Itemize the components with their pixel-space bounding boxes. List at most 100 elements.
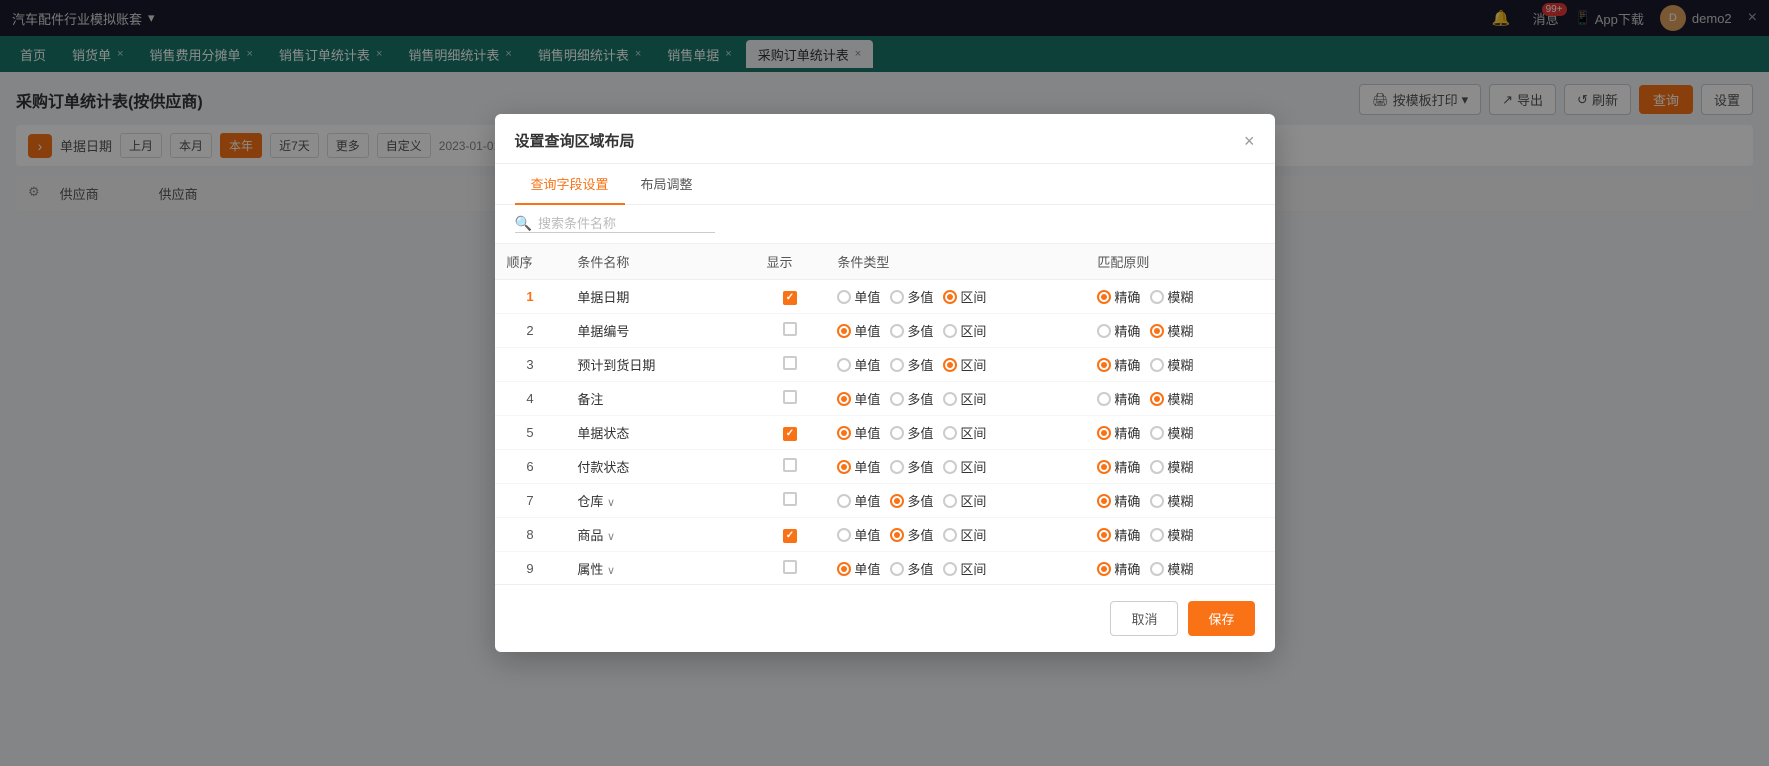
radio-circle (837, 528, 851, 542)
radio-match-fuzzy[interactable]: 模糊 (1150, 355, 1193, 374)
radio-circle (837, 494, 851, 508)
radio-type-single[interactable]: 单值 (837, 321, 880, 340)
row-order: 1 (495, 280, 566, 314)
row-display-checkbox[interactable] (754, 518, 825, 552)
radio-type-range[interactable]: 区间 (943, 423, 986, 442)
radio-match-exact[interactable]: 精确 (1097, 525, 1140, 544)
radio-type-multi[interactable]: 多值 (890, 287, 933, 306)
radio-match-fuzzy[interactable]: 模糊 (1150, 423, 1193, 442)
radio-type-single[interactable]: 单值 (837, 559, 880, 578)
settings-table-header-row: 顺序 条件名称 显示 条件类型 匹配原则 (495, 244, 1275, 280)
radio-type-single[interactable]: 单值 (837, 457, 880, 476)
row-display-checkbox[interactable] (754, 280, 825, 314)
row-display-checkbox[interactable] (754, 382, 825, 416)
radio-type-single[interactable]: 单值 (837, 287, 880, 306)
th-order: 顺序 (495, 244, 566, 280)
row-condition-type: 单值多值区间 (825, 450, 1085, 484)
checkbox-box[interactable] (783, 427, 797, 441)
radio-circle (837, 426, 851, 440)
dialog-close-button[interactable]: × (1244, 132, 1255, 150)
save-button[interactable]: 保存 (1188, 601, 1254, 636)
checkbox-box[interactable] (783, 458, 797, 472)
row-condition-type: 单值多值区间 (825, 416, 1085, 450)
checkbox-box[interactable] (783, 291, 797, 305)
row-match-rule: 精确模糊 (1085, 552, 1274, 585)
radio-circle (1097, 324, 1111, 338)
radio-type-multi[interactable]: 多值 (890, 423, 933, 442)
row-match-rule: 精确模糊 (1085, 416, 1274, 450)
radio-match-fuzzy[interactable]: 模糊 (1150, 321, 1193, 340)
radio-type-multi[interactable]: 多值 (890, 389, 933, 408)
radio-type-single[interactable]: 单值 (837, 355, 880, 374)
checkbox-box[interactable] (783, 492, 797, 506)
checkbox-box[interactable] (783, 560, 797, 574)
radio-type-range[interactable]: 区间 (943, 355, 986, 374)
row-match-rule: 精确模糊 (1085, 450, 1274, 484)
radio-match-exact[interactable]: 精确 (1097, 389, 1140, 408)
dialog-search-row: 🔍 (495, 205, 1275, 244)
radio-type-multi[interactable]: 多值 (890, 559, 933, 578)
radio-type-range[interactable]: 区间 (943, 287, 986, 306)
radio-type-single[interactable]: 单值 (837, 389, 880, 408)
row-display-checkbox[interactable] (754, 314, 825, 348)
radio-match-fuzzy[interactable]: 模糊 (1150, 491, 1193, 510)
radio-circle (1097, 562, 1111, 576)
th-match-rule: 匹配原则 (1085, 244, 1274, 280)
radio-match-exact[interactable]: 精确 (1097, 287, 1140, 306)
radio-circle (1097, 290, 1111, 304)
row-match-rule: 精确模糊 (1085, 382, 1274, 416)
row-display-checkbox[interactable] (754, 484, 825, 518)
radio-circle (890, 494, 904, 508)
row-match-rule: 精确模糊 (1085, 348, 1274, 382)
radio-type-multi[interactable]: 多值 (890, 321, 933, 340)
radio-type-multi[interactable]: 多值 (890, 457, 933, 476)
radio-type-range[interactable]: 区间 (943, 491, 986, 510)
checkbox-box[interactable] (783, 529, 797, 543)
radio-match-exact[interactable]: 精确 (1097, 559, 1140, 578)
dialog-tab-query-fields[interactable]: 查询字段设置 (515, 164, 625, 205)
radio-type-single[interactable]: 单值 (837, 525, 880, 544)
radio-type-range[interactable]: 区间 (943, 457, 986, 476)
checkbox-box[interactable] (783, 390, 797, 404)
radio-match-exact[interactable]: 精确 (1097, 321, 1140, 340)
radio-match-fuzzy[interactable]: 模糊 (1150, 559, 1193, 578)
radio-circle (890, 460, 904, 474)
row-display-checkbox[interactable] (754, 416, 825, 450)
radio-type-multi[interactable]: 多值 (890, 525, 933, 544)
radio-match-fuzzy[interactable]: 模糊 (1150, 525, 1193, 544)
radio-circle (837, 324, 851, 338)
radio-type-range[interactable]: 区间 (943, 389, 986, 408)
row-display-checkbox[interactable] (754, 450, 825, 484)
row-condition-name: 属性 ∨ (565, 552, 754, 585)
radio-circle (1150, 528, 1164, 542)
search-icon: 🔍 (515, 215, 532, 232)
radio-type-range[interactable]: 区间 (943, 559, 986, 578)
settings-dialog: 设置查询区域布局 × 查询字段设置 布局调整 🔍 顺序 (495, 114, 1275, 652)
radio-match-exact[interactable]: 精确 (1097, 491, 1140, 510)
dialog-tab-layout-adjust[interactable]: 布局调整 (625, 164, 709, 205)
radio-type-multi[interactable]: 多值 (890, 491, 933, 510)
radio-match-exact[interactable]: 精确 (1097, 457, 1140, 476)
row-display-checkbox[interactable] (754, 348, 825, 382)
radio-match-fuzzy[interactable]: 模糊 (1150, 457, 1193, 476)
radio-type-single[interactable]: 单值 (837, 491, 880, 510)
radio-match-exact[interactable]: 精确 (1097, 423, 1140, 442)
cancel-button[interactable]: 取消 (1110, 601, 1178, 636)
condition-search-input[interactable] (538, 216, 698, 231)
row-condition-type: 单值多值区间 (825, 280, 1085, 314)
radio-circle (1150, 392, 1164, 406)
checkbox-box[interactable] (783, 322, 797, 336)
table-row: 8商品 ∨单值多值区间精确模糊 (495, 518, 1275, 552)
radio-match-exact[interactable]: 精确 (1097, 355, 1140, 374)
radio-type-range[interactable]: 区间 (943, 321, 986, 340)
radio-type-range[interactable]: 区间 (943, 525, 986, 544)
radio-match-fuzzy[interactable]: 模糊 (1150, 287, 1193, 306)
radio-circle (890, 324, 904, 338)
radio-type-multi[interactable]: 多值 (890, 355, 933, 374)
radio-match-fuzzy[interactable]: 模糊 (1150, 389, 1193, 408)
modal-overlay: 设置查询区域布局 × 查询字段设置 布局调整 🔍 顺序 (0, 0, 1769, 766)
radio-circle (943, 494, 957, 508)
checkbox-box[interactable] (783, 356, 797, 370)
radio-type-single[interactable]: 单值 (837, 423, 880, 442)
row-display-checkbox[interactable] (754, 552, 825, 585)
